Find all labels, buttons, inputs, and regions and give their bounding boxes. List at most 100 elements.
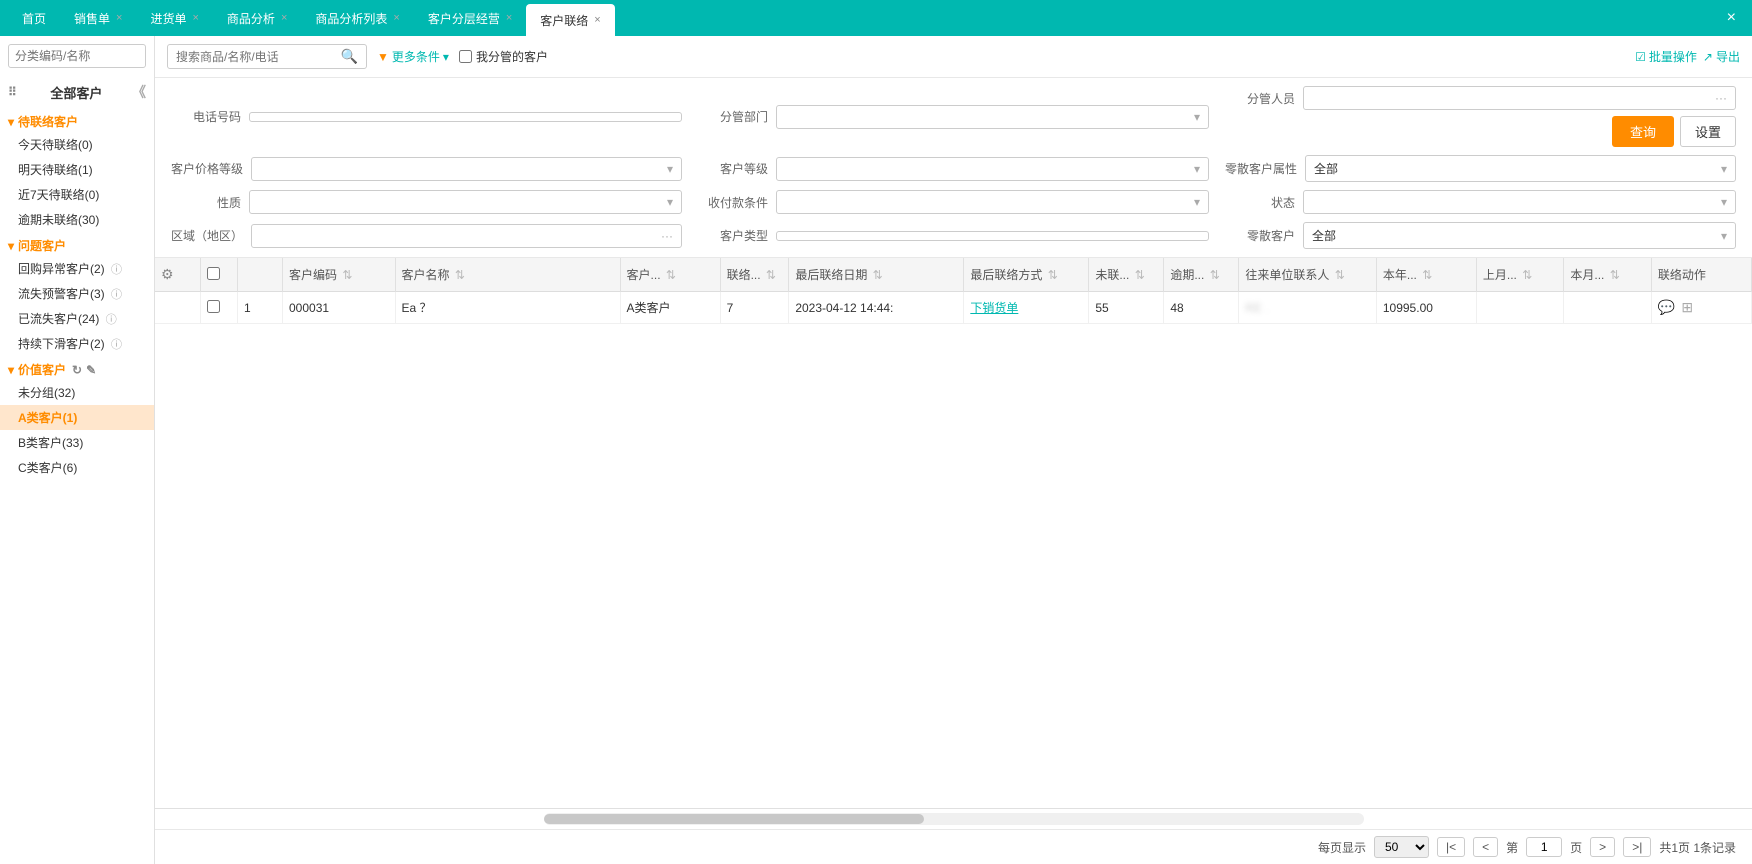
sidebar-7days-contact[interactable]: 近7天待联络(0)	[0, 182, 154, 207]
close-analysis-tab[interactable]: ×	[281, 12, 287, 24]
sort-this-year[interactable]: ⇅	[1422, 268, 1432, 282]
sidebar-today-contact[interactable]: 今天待联络(0)	[0, 132, 154, 157]
group-value-customers[interactable]: ▾ 价值客户 ↻ ✎	[0, 356, 154, 380]
sort-contact2[interactable]: ⇅	[1335, 268, 1345, 282]
more-filters-btn[interactable]: ▼ 更多条件 ▾	[377, 48, 449, 65]
batch-op-btn[interactable]: ☑ 批量操作	[1635, 48, 1697, 65]
select-all-checkbox[interactable]	[207, 267, 220, 280]
filter-customer-level-select[interactable]: ▾	[776, 157, 1209, 181]
query-btn[interactable]: 查询	[1612, 116, 1674, 147]
settings-btn[interactable]: 设置	[1680, 116, 1736, 147]
page-number-input[interactable]	[1526, 837, 1562, 857]
col-overdue[interactable]: 逾期... ⇅	[1164, 258, 1239, 292]
main-search-box[interactable]: 🔍	[167, 44, 367, 69]
sort-last-month[interactable]: ⇅	[1522, 268, 1532, 282]
refresh-icon[interactable]: ↻	[72, 363, 82, 377]
edit-icon[interactable]: ✎	[86, 363, 96, 377]
chat-icon[interactable]: 💬	[1658, 299, 1675, 316]
filter-payment-select[interactable]: ▾	[776, 190, 1209, 214]
filter-retail-select[interactable]: 全部▾	[1303, 222, 1736, 249]
last-page-btn[interactable]: >|	[1623, 837, 1651, 857]
last-method-link[interactable]: 下销货单	[970, 301, 1018, 315]
filter-nature-select[interactable]: ▾	[249, 190, 682, 214]
per-page-select[interactable]: 50 100 200	[1374, 836, 1429, 858]
nav-analysis-list[interactable]: 商品分析列表 ×	[301, 0, 413, 36]
sidebar-churn-warning[interactable]: 流失预警客户(3) ⓘ	[0, 281, 154, 306]
close-all-btn[interactable]: ×	[1719, 9, 1744, 27]
filter-phone-input[interactable]	[249, 112, 682, 122]
col-name[interactable]: 客户名称 ⇅	[395, 258, 620, 292]
cell-last-method[interactable]: 下销货单	[964, 292, 1089, 324]
sidebar-ungrouped[interactable]: 未分组(32)	[0, 380, 154, 405]
sort-overdue[interactable]: ⇅	[1210, 268, 1220, 282]
filter-manager-label: 分管人员	[1225, 90, 1295, 107]
my-customers-checkbox-label[interactable]: 我分管的客户	[459, 48, 548, 65]
sidebar-churned[interactable]: 已流失客户(24) ⓘ	[0, 306, 154, 331]
filter-dept-select[interactable]: ▾	[776, 105, 1209, 129]
filter-customer-type-input[interactable]	[776, 231, 1209, 241]
col-code[interactable]: 客户编码 ⇅	[283, 258, 396, 292]
nav-purchase[interactable]: 进货单 ×	[136, 0, 212, 36]
group-problem-customers[interactable]: ▾ 问题客户	[0, 232, 154, 256]
col-level[interactable]: 客户... ⇅	[620, 258, 720, 292]
col-last-date[interactable]: 最后联络日期 ⇅	[789, 258, 964, 292]
gear-icon[interactable]: ⚙	[161, 266, 174, 282]
close-sales-tab[interactable]: ×	[116, 12, 122, 24]
cell-checkbox[interactable]	[200, 292, 238, 324]
main-search-icon[interactable]: 🔍	[341, 48, 358, 65]
my-customers-checkbox[interactable]	[459, 50, 472, 63]
sidebar-collapse-btn[interactable]: 《	[132, 82, 146, 102]
sort-uncontact[interactable]: ⇅	[1135, 268, 1145, 282]
first-page-btn[interactable]: |<	[1437, 837, 1465, 857]
scroll-track[interactable]	[544, 813, 1364, 825]
row-checkbox[interactable]	[207, 300, 220, 313]
sort-this-month[interactable]: ⇅	[1610, 268, 1620, 282]
sidebar-class-b[interactable]: B类客户(33)	[0, 430, 154, 455]
next-page-btn[interactable]: >	[1590, 837, 1615, 857]
col-uncontact[interactable]: 未联... ⇅	[1089, 258, 1164, 292]
close-contact-tab[interactable]: ×	[594, 14, 600, 26]
col-contact2[interactable]: 往来单位联系人 ⇅	[1239, 258, 1377, 292]
qrcode-icon[interactable]: ⊞	[1681, 299, 1693, 316]
col-gear[interactable]: ⚙	[155, 258, 200, 292]
col-last-month[interactable]: 上月... ⇅	[1476, 258, 1564, 292]
scroll-thumb[interactable]	[544, 814, 924, 824]
filter-retail-attr-select[interactable]: 全部▾	[1305, 155, 1736, 182]
filter-price-level-select[interactable]: ▾	[251, 157, 682, 181]
nav-product-analysis[interactable]: 商品分析 ×	[213, 0, 301, 36]
close-analysis-list-tab[interactable]: ×	[393, 12, 399, 24]
filter-region-input[interactable]: ···	[251, 224, 682, 248]
sidebar-class-c[interactable]: C类客户(6)	[0, 455, 154, 480]
main-search-input[interactable]	[176, 50, 341, 64]
col-last-method[interactable]: 最后联络方式 ⇅	[964, 258, 1089, 292]
sort-name[interactable]: ⇅	[455, 268, 465, 282]
col-contact[interactable]: 联络... ⇅	[720, 258, 789, 292]
sort-level[interactable]: ⇅	[666, 268, 676, 282]
col-this-month[interactable]: 本月... ⇅	[1564, 258, 1652, 292]
nav-customer-contact[interactable]: 客户联络 ×	[526, 4, 614, 36]
sort-last-date[interactable]: ⇅	[873, 268, 883, 282]
prev-page-btn[interactable]: <	[1473, 837, 1498, 857]
filter-payment: 收付款条件 ▾	[698, 190, 1209, 214]
sort-last-method[interactable]: ⇅	[1048, 268, 1058, 282]
sidebar-declining[interactable]: 持续下滑客户(2) ⓘ	[0, 331, 154, 356]
sidebar-search-box[interactable]: 🔍	[8, 44, 146, 68]
sidebar-search-input[interactable]	[15, 49, 155, 63]
nav-customer-tier[interactable]: 客户分层经营 ×	[414, 0, 526, 36]
nav-home[interactable]: 首页	[8, 0, 60, 36]
filter-manager-input[interactable]: ···	[1303, 86, 1736, 110]
nav-sales[interactable]: 销售单 ×	[60, 0, 136, 36]
group-pending-contact[interactable]: ▾ 待联络客户	[0, 108, 154, 132]
sidebar-tomorrow-contact[interactable]: 明天待联络(1)	[0, 157, 154, 182]
export-btn[interactable]: ↗ 导出	[1703, 48, 1740, 65]
sidebar-all-customers[interactable]: ⠿ 全部客户 《	[0, 76, 154, 108]
close-tier-tab[interactable]: ×	[506, 12, 512, 24]
col-this-year[interactable]: 本年... ⇅	[1376, 258, 1476, 292]
close-purchase-tab[interactable]: ×	[192, 12, 198, 24]
sidebar-overdue-contact[interactable]: 逾期未联络(30)	[0, 207, 154, 232]
sort-contact[interactable]: ⇅	[766, 268, 776, 282]
sidebar-class-a[interactable]: A类客户(1)	[0, 405, 154, 430]
sidebar-repurchase-abnormal[interactable]: 回购异常客户(2) ⓘ	[0, 256, 154, 281]
sort-code[interactable]: ⇅	[342, 268, 352, 282]
filter-status-select[interactable]: ▾	[1303, 190, 1736, 214]
